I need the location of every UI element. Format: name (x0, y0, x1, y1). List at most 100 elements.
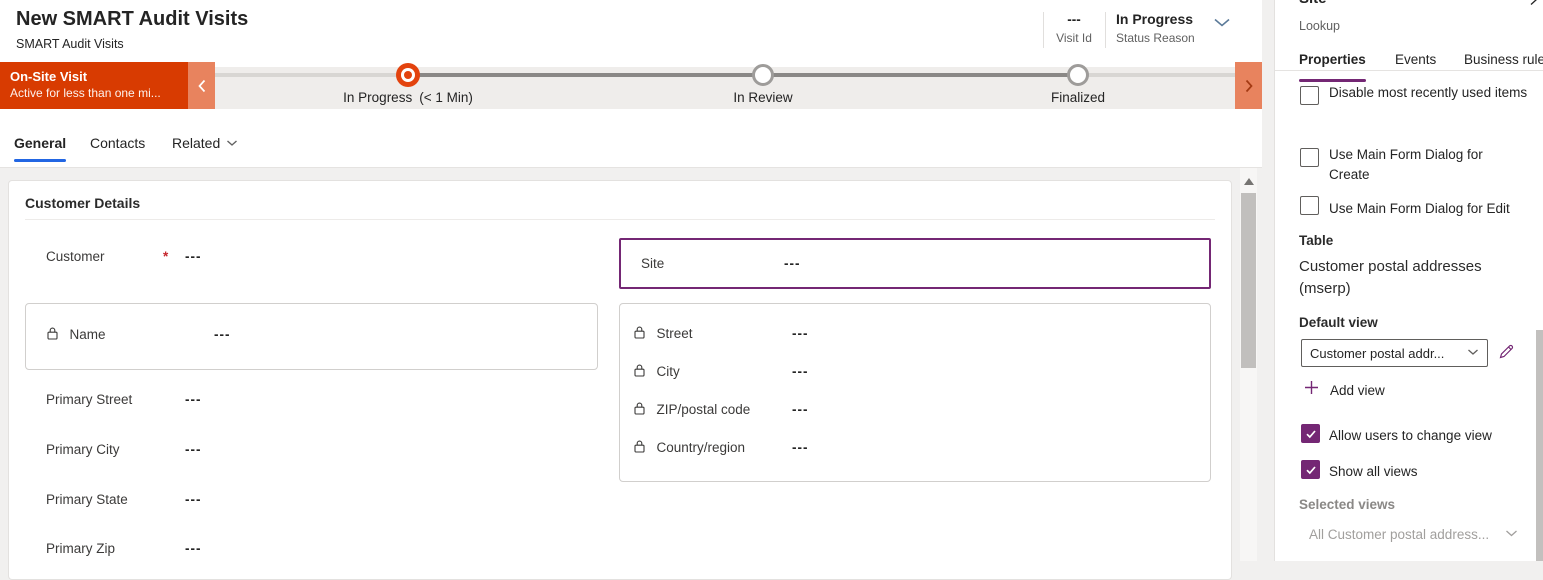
bpf-stage-label: In Progress (< 1 Min) (343, 90, 473, 105)
header-divider (1043, 12, 1044, 48)
primary-street-label: Primary Street (46, 392, 133, 407)
bpf-previous-button[interactable] (188, 62, 215, 109)
status-reason-label: Status Reason (1116, 31, 1195, 45)
primary-city-value[interactable]: --- (185, 442, 202, 457)
form-tabs-row: General Contacts Related (0, 109, 1262, 168)
tab-related-label: Related (172, 135, 221, 151)
city-field-label: City (656, 364, 680, 379)
checkbox-allow-change-view[interactable] (1301, 424, 1320, 443)
default-view-select[interactable]: Customer postal addr... (1301, 339, 1488, 367)
add-view-label: Add view (1330, 382, 1385, 398)
check-icon (1305, 465, 1316, 474)
visit-id-label: Visit Id (1056, 31, 1092, 45)
required-asterisk: * (163, 249, 169, 264)
page-subtitle: SMART Audit Visits (16, 37, 124, 51)
chevron-down-icon (1505, 525, 1518, 543)
plus-icon (1304, 380, 1319, 400)
panel-subtitle: Lookup (1299, 19, 1341, 33)
default-view-value: Customer postal addr... (1310, 345, 1445, 361)
check-icon (1305, 429, 1316, 438)
panel-collapse-icon[interactable] (1527, 0, 1540, 11)
page-title: New SMART Audit Visits (16, 8, 249, 30)
stage-name: In Progress (343, 90, 413, 105)
edit-view-pencil-icon[interactable] (1498, 343, 1515, 365)
status-reason-value: In Progress (1116, 11, 1194, 27)
primary-zip-value[interactable]: --- (185, 541, 202, 556)
scrollbar-up-arrow-icon[interactable] (1244, 178, 1254, 185)
lock-icon (634, 326, 645, 343)
zip-field-label: ZIP/postal code (656, 402, 751, 417)
stage-duration: (< 1 Min) (419, 90, 473, 105)
country-field-label: Country/region (656, 440, 746, 455)
status-reason-field[interactable]: In Progress Status Reason (1116, 11, 1195, 46)
tab-business-rules[interactable]: Business rules (1464, 52, 1543, 67)
active-stage-badge[interactable]: On-Site Visit Active for less than one m… (0, 62, 188, 109)
site-field-label: Site (641, 256, 665, 271)
lock-icon (634, 402, 645, 419)
address-field-group[interactable]: Street --- City --- ZIP/postal code --- … (619, 303, 1211, 482)
primary-state-value[interactable]: --- (185, 492, 202, 507)
site-field-value[interactable]: --- (784, 256, 801, 271)
selected-views-value: All Customer postal address... (1309, 526, 1490, 542)
form-canvas: Customer Details Customer * --- Site ---… (0, 168, 1262, 580)
tab-contacts[interactable]: Contacts (90, 135, 145, 151)
name-field-group[interactable]: Name --- (25, 303, 598, 370)
tab-events[interactable]: Events (1395, 52, 1436, 67)
chevron-left-icon (197, 79, 205, 92)
add-view-button[interactable]: Add view (1304, 380, 1385, 400)
checkbox-dialog-create[interactable] (1300, 148, 1319, 167)
chevron-down-icon (1467, 344, 1479, 362)
customer-field-label: Customer (46, 249, 105, 264)
panel-title: Site (1299, 0, 1327, 7)
primary-zip-label: Primary Zip (46, 541, 116, 556)
city-row: City (634, 363, 680, 381)
selected-views-select-disabled: All Customer postal address... (1309, 525, 1518, 543)
status-chevron-icon[interactable] (1213, 16, 1231, 35)
country-field-value: --- (792, 440, 809, 455)
checkbox-disable-mru[interactable] (1300, 86, 1319, 105)
bpf-next-button[interactable] (1235, 62, 1262, 109)
tab-general[interactable]: General (14, 135, 67, 162)
properties-panel: Site Lookup Properties Events Business r… (1274, 0, 1543, 561)
chevron-down-icon (226, 135, 238, 151)
lock-icon (634, 440, 645, 457)
panel-scrollbar-thumb[interactable] (1536, 330, 1543, 561)
checkbox-dialog-edit-label: Use Main Form Dialog for Edit (1329, 201, 1510, 216)
bpf-stage-node-in-progress[interactable] (396, 63, 420, 87)
bpf-stage-label: Finalized (1051, 90, 1105, 105)
checkbox-dialog-create-label: Use Main Form Dialog for Create (1329, 147, 1483, 182)
primary-state-label: Primary State (46, 492, 128, 507)
checkbox-show-all-views[interactable] (1301, 460, 1320, 479)
street-field-value: --- (792, 326, 809, 341)
bpf-connector (408, 73, 1078, 77)
name-field-label: Name (69, 327, 106, 342)
lock-icon (634, 364, 645, 381)
bpf-stage-label: In Review (733, 90, 792, 105)
name-field-value: --- (214, 327, 231, 342)
tab-properties[interactable]: Properties (1299, 52, 1366, 82)
panel-tabs-divider (1275, 70, 1543, 71)
bpf-stage-node-finalized[interactable] (1067, 64, 1089, 86)
visit-id-field: --- Visit Id (1046, 11, 1102, 46)
customer-field-value[interactable]: --- (185, 249, 202, 264)
stage-name: In Review (733, 90, 793, 105)
checkbox-dialog-edit[interactable] (1300, 196, 1319, 215)
primary-city-label: Primary City (46, 442, 120, 457)
tab-related[interactable]: Related (172, 135, 238, 151)
default-view-label: Default view (1299, 315, 1378, 330)
city-field-value: --- (792, 364, 809, 379)
bpf-connector (215, 73, 408, 77)
section-divider (25, 219, 1215, 220)
stage-name: Finalized (1050, 90, 1106, 105)
canvas-scrollbar-thumb[interactable] (1241, 193, 1256, 368)
bpf-stage-node-in-review[interactable] (752, 64, 774, 86)
chevron-right-icon (1245, 79, 1253, 92)
primary-street-value[interactable]: --- (185, 392, 202, 407)
active-stage-name: On-Site Visit (10, 69, 88, 84)
site-field-selected[interactable]: Site --- (619, 238, 1211, 289)
street-field-label: Street (656, 326, 693, 341)
country-row: Country/region (634, 439, 745, 457)
section-title: Customer Details (25, 195, 141, 211)
table-value: Customer postal addresses (mserp) (1299, 258, 1482, 297)
selected-views-label: Selected views (1299, 497, 1396, 512)
